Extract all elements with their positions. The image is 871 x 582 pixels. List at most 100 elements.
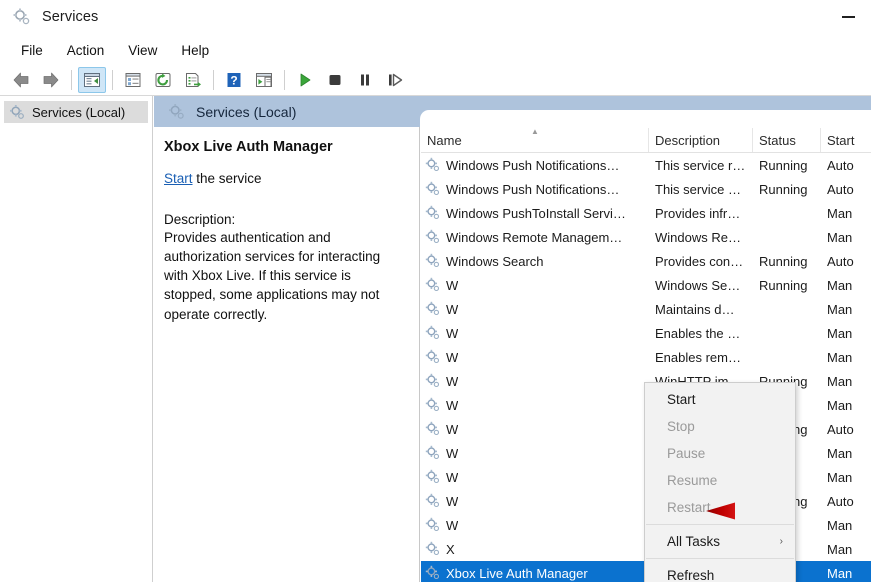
service-gear-icon (425, 565, 441, 581)
column-header-description-label: Description (655, 133, 720, 148)
table-row[interactable]: Windows Push Notifications…This service … (421, 153, 871, 177)
cell-startup-type: Man (821, 542, 871, 557)
menu-bar: File Action View Help (0, 37, 871, 63)
column-header-status[interactable]: Status (753, 128, 821, 152)
cell-name: W (421, 397, 649, 413)
services-gear-icon (9, 104, 26, 121)
column-header-description[interactable]: Description (649, 128, 753, 152)
menu-view[interactable]: View (117, 40, 168, 61)
service-name-text: Windows Push Notifications… (446, 158, 619, 173)
stop-service-icon[interactable] (321, 67, 349, 93)
table-row[interactable]: WEnables rem… Man (421, 345, 871, 369)
cell-startup-type: Man (821, 230, 871, 245)
context-menu-item-refresh[interactable]: Refresh (645, 562, 795, 582)
console-pane: Services (Local) Xbox Live Auth Manager … (154, 96, 871, 582)
minimize-button[interactable] (825, 0, 871, 34)
service-name-text: Windows PushToInstall Servi… (446, 206, 626, 221)
cell-name: W (421, 349, 649, 365)
tree-node-services-local[interactable]: Services (Local) (4, 101, 148, 123)
start-service-suffix: the service (193, 171, 262, 186)
cell-name: W (421, 325, 649, 341)
table-row[interactable]: Windows PushToInstall Servi…Provides inf… (421, 201, 871, 225)
service-gear-icon (425, 325, 441, 341)
service-name-text: Windows Push Notifications… (446, 182, 619, 197)
cell-name: Windows Search (421, 253, 649, 269)
context-menu-item-start[interactable]: Start (645, 386, 795, 413)
service-gear-icon (425, 421, 441, 437)
service-gear-icon (425, 301, 441, 317)
service-name-text: W (446, 518, 458, 533)
refresh-icon[interactable] (149, 67, 177, 93)
table-row[interactable]: Windows Push Notifications…This service … (421, 177, 871, 201)
service-gear-icon (425, 253, 441, 269)
context-menu-item-all-tasks[interactable]: All Tasks› (645, 528, 795, 555)
cell-name: W (421, 301, 649, 317)
toolbar-separator-4 (284, 70, 285, 90)
service-name-text: W (446, 470, 458, 485)
table-row[interactable]: Windows SearchProvides con…RunningAuto (421, 249, 871, 273)
cell-name: Windows Remote Managem… (421, 229, 649, 245)
service-name-text: W (446, 446, 458, 461)
show-action-pane-icon[interactable] (250, 67, 278, 93)
cell-name: W (421, 517, 649, 533)
show-hide-tree-icon[interactable] (78, 67, 106, 93)
pause-service-icon[interactable] (351, 67, 379, 93)
cell-startup-type: Auto (821, 182, 871, 197)
title-bar: Services (0, 0, 871, 34)
service-gear-icon (425, 277, 441, 293)
cell-description: Enables rem… (649, 350, 753, 365)
window-controls (825, 0, 871, 34)
column-header-startup-type[interactable]: Start (821, 128, 871, 152)
table-row[interactable]: Windows Remote Managem…Windows Re…Man (421, 225, 871, 249)
table-row[interactable]: WEnables the …Man (421, 321, 871, 345)
context-menu-item-restart: Restart (645, 494, 795, 521)
service-gear-icon (425, 469, 441, 485)
context-menu-item-label: Start (667, 392, 696, 407)
export-list-icon[interactable] (179, 67, 207, 93)
service-name-text: W (446, 422, 458, 437)
forward-icon[interactable] (37, 67, 65, 93)
context-menu-item-label: Refresh (667, 568, 714, 582)
cell-startup-type: Man (821, 206, 871, 221)
service-name-text: W (446, 278, 458, 293)
cell-name: W (421, 277, 649, 293)
console-tree-pane: Services (Local) (0, 96, 153, 582)
cell-startup-type: Man (821, 470, 871, 485)
cell-startup-type: Man (821, 302, 871, 317)
menu-help[interactable]: Help (170, 40, 220, 61)
context-menu-item-resume: Resume (645, 467, 795, 494)
description-text: Provides authentication and authorizatio… (164, 228, 403, 324)
menu-action[interactable]: Action (56, 40, 116, 61)
pane-header-gear-icon (168, 103, 186, 121)
help-icon[interactable]: ? (220, 67, 248, 93)
context-menu-item-label: Stop (667, 419, 695, 434)
start-service-link[interactable]: Start (164, 171, 193, 186)
table-row[interactable]: WMaintains d…Man (421, 297, 871, 321)
start-service-icon[interactable] (291, 67, 319, 93)
window-body: Services (Local) (0, 96, 871, 582)
properties-icon[interactable] (119, 67, 147, 93)
cell-startup-type: Man (821, 446, 871, 461)
column-header-name[interactable]: Name ▲ (421, 128, 649, 152)
cell-name: W (421, 421, 649, 437)
service-name-text: W (446, 302, 458, 317)
back-icon[interactable] (7, 67, 35, 93)
service-name-text: W (446, 374, 458, 389)
cell-status: Running (753, 182, 821, 197)
cell-startup-type: Man (821, 518, 871, 533)
service-gear-icon (425, 445, 441, 461)
tree-node-label: Services (Local) (32, 105, 125, 120)
cell-startup-type: Auto (821, 158, 871, 173)
cell-name: W (421, 445, 649, 461)
cell-status: Running (753, 254, 821, 269)
cell-startup-type: Man (821, 350, 871, 365)
cell-name: X (421, 541, 649, 557)
cell-startup-type: Auto (821, 494, 871, 509)
service-context-menu: StartStopPauseResumeRestartAll Tasks›Ref… (644, 382, 796, 582)
chevron-right-icon: › (780, 536, 783, 547)
menu-file[interactable]: File (10, 40, 54, 61)
table-row[interactable]: WWindows Se…RunningMan (421, 273, 871, 297)
cell-startup-type: Auto (821, 254, 871, 269)
restart-service-icon[interactable] (381, 67, 409, 93)
context-menu-item-label: Restart (667, 500, 711, 515)
